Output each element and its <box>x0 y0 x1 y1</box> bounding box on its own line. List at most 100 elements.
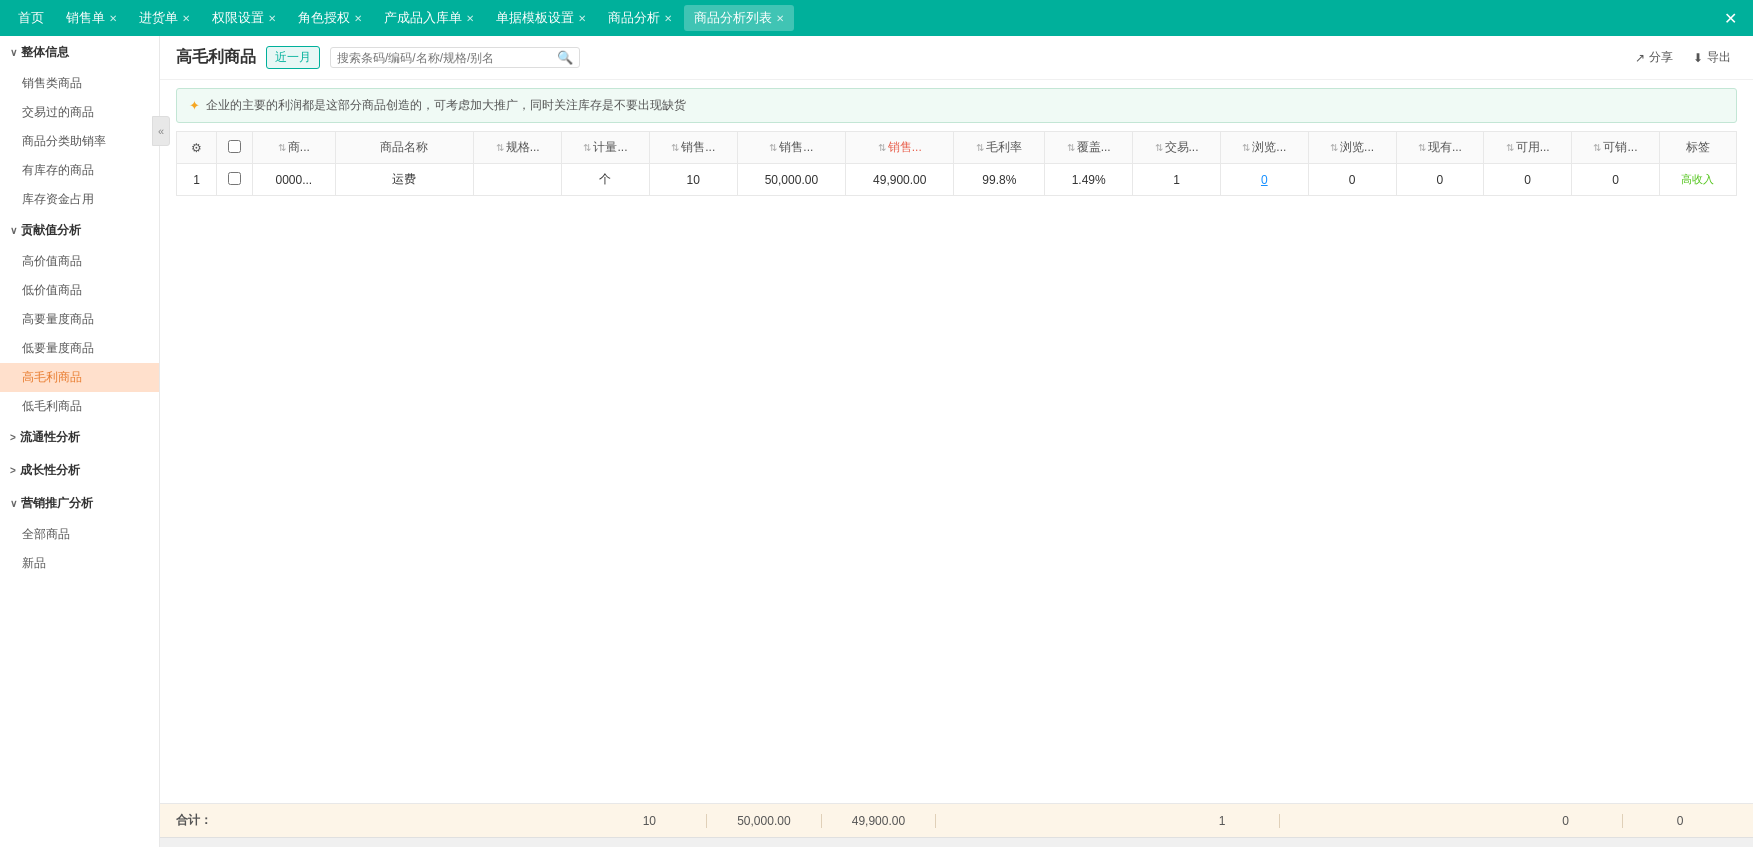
search-box: 🔍 <box>330 47 580 68</box>
col-browse2[interactable]: ⇅浏览... <box>1308 132 1396 164</box>
share-button[interactable]: ↗ 分享 <box>1629 46 1679 69</box>
cell-unit: 个 <box>562 164 650 196</box>
sidebar-group-contribution[interactable]: ∨ 贡献值分析 <box>0 214 159 247</box>
footer-cell-stock: 0 <box>1509 814 1624 828</box>
nav-sales[interactable]: 销售单 ✕ <box>56 5 127 31</box>
sidebar-item-high-margin[interactable]: 高毛利商品 <box>0 363 159 392</box>
content-area: 高毛利商品 近一月 🔍 ↗ 分享 ⬇ 导出 ✦ 企业的主要的利润都是这部分商品创… <box>160 36 1753 847</box>
sidebar-item-high-value[interactable]: 高价值商品 <box>0 247 159 276</box>
footer-cell-transactions: 1 <box>1165 814 1280 828</box>
arrow-liquidity: > <box>10 432 16 443</box>
close-analysis-tab[interactable]: ✕ <box>664 13 672 24</box>
col-settings[interactable]: ⚙ <box>177 132 217 164</box>
sidebar: ∨ 整体信息 销售类商品 交易过的商品 商品分类助销率 有库存的商品 库存资金占… <box>0 36 160 847</box>
footer-cell-profit: 49,900.00 <box>822 814 937 828</box>
col-tag[interactable]: 标签 <box>1659 132 1736 164</box>
col-current-stock[interactable]: ⇅现有... <box>1396 132 1484 164</box>
sidebar-item-category-rate[interactable]: 商品分类助销率 <box>0 127 159 156</box>
nav-template[interactable]: 单据模板设置 ✕ <box>486 5 596 31</box>
row-checkbox[interactable] <box>228 172 241 185</box>
window-close-btn[interactable]: ✕ <box>1716 9 1745 28</box>
sidebar-item-all-goods[interactable]: 全部商品 <box>0 520 159 549</box>
sidebar-group-overall[interactable]: ∨ 整体信息 <box>0 36 159 69</box>
sidebar-item-sales-goods[interactable]: 销售类商品 <box>0 69 159 98</box>
col-checkbox[interactable] <box>217 132 253 164</box>
arrow-overall: ∨ <box>10 47 17 58</box>
search-input[interactable] <box>337 51 553 65</box>
cell-spec <box>474 164 562 196</box>
settings-icon: ⚙ <box>191 141 202 155</box>
sidebar-group-marketing[interactable]: ∨ 营销推广分析 <box>0 487 159 520</box>
sidebar-group-growth[interactable]: > 成长性分析 <box>0 454 159 487</box>
close-permissions-tab[interactable]: ✕ <box>268 13 276 24</box>
sidebar-item-stock-capital[interactable]: 库存资金占用 <box>0 185 159 214</box>
cell-browse2: 0 <box>1308 164 1396 196</box>
period-button[interactable]: 近一月 <box>266 46 320 69</box>
close-sales-tab[interactable]: ✕ <box>109 13 117 24</box>
cell-transactions: 1 <box>1133 164 1221 196</box>
cell-checkbox[interactable] <box>217 164 253 196</box>
sidebar-item-traded[interactable]: 交易过的商品 <box>0 98 159 127</box>
footer-summary: 合计： 10 50,000.00 49,900.00 1 0 0 <box>160 803 1753 837</box>
table-header-row: ⚙ ⇅商... 商品名称 ⇅规格... ⇅计量... ⇅销售... ⇅销售...… <box>177 132 1737 164</box>
export-button[interactable]: ⬇ 导出 <box>1687 46 1737 69</box>
nav-production[interactable]: 产成品入库单 ✕ <box>374 5 484 31</box>
share-icon: ↗ <box>1635 51 1645 65</box>
table-wrap[interactable]: ⚙ ⇅商... 商品名称 ⇅规格... ⇅计量... ⇅销售... ⇅销售...… <box>160 131 1753 803</box>
nav-analysis[interactable]: 商品分析 ✕ <box>598 5 682 31</box>
table-row: 1 0000... 运费 个 10 50,000.00 49,900.00 99… <box>177 164 1737 196</box>
sidebar-item-in-stock[interactable]: 有库存的商品 <box>0 156 159 185</box>
close-purchase-tab[interactable]: ✕ <box>182 13 190 24</box>
horizontal-scrollbar[interactable] <box>160 837 1753 847</box>
cell-sales-profit: 49,900.00 <box>846 164 954 196</box>
cell-available: 0 <box>1484 164 1572 196</box>
export-icon: ⬇ <box>1693 51 1703 65</box>
col-sales-qty[interactable]: ⇅销售... <box>649 132 737 164</box>
col-available[interactable]: ⇅可用... <box>1484 132 1572 164</box>
sidebar-item-low-margin[interactable]: 低毛利商品 <box>0 392 159 421</box>
col-browse1[interactable]: ⇅浏览... <box>1220 132 1308 164</box>
sidebar-item-high-demand[interactable]: 高要量度商品 <box>0 305 159 334</box>
cell-sellable: 0 <box>1572 164 1660 196</box>
footer-cell-amount: 50,000.00 <box>707 814 822 828</box>
top-nav: 首页 销售单 ✕ 进货单 ✕ 权限设置 ✕ 角色授权 ✕ 产成品入库单 ✕ 单据… <box>0 0 1753 36</box>
close-template-tab[interactable]: ✕ <box>578 13 586 24</box>
col-name[interactable]: 商品名称 <box>335 132 474 164</box>
nav-home[interactable]: 首页 <box>8 5 54 31</box>
cell-sales-qty: 10 <box>649 164 737 196</box>
sidebar-item-low-demand[interactable]: 低要量度商品 <box>0 334 159 363</box>
main-layout: ∨ 整体信息 销售类商品 交易过的商品 商品分类助销率 有库存的商品 库存资金占… <box>0 36 1753 847</box>
col-transactions[interactable]: ⇅交易... <box>1133 132 1221 164</box>
sidebar-item-new-goods[interactable]: 新品 <box>0 549 159 578</box>
nav-purchase[interactable]: 进货单 ✕ <box>129 5 200 31</box>
cell-code[interactable]: 0000... <box>253 164 336 196</box>
sidebar-group-liquidity[interactable]: > 流通性分析 <box>0 421 159 454</box>
close-analysis-list-tab[interactable]: ✕ <box>776 13 784 24</box>
arrow-marketing: ∨ <box>10 498 17 509</box>
col-gross-margin[interactable]: ⇅毛利率 <box>954 132 1045 164</box>
nav-roles[interactable]: 角色授权 ✕ <box>288 5 372 31</box>
nav-analysis-list[interactable]: 商品分析列表 ✕ <box>684 5 794 31</box>
cell-browse1[interactable]: 0 <box>1220 164 1308 196</box>
close-roles-tab[interactable]: ✕ <box>354 13 362 24</box>
search-icon[interactable]: 🔍 <box>557 50 573 65</box>
cell-current-stock: 0 <box>1396 164 1484 196</box>
header-actions: ↗ 分享 ⬇ 导出 <box>1629 46 1737 69</box>
arrow-growth: > <box>10 465 16 476</box>
col-sales-profit[interactable]: ⇅销售... <box>846 132 954 164</box>
col-spec[interactable]: ⇅规格... <box>474 132 562 164</box>
footer-cell-available: 0 <box>1623 814 1737 828</box>
close-production-tab[interactable]: ✕ <box>466 13 474 24</box>
nav-permissions[interactable]: 权限设置 ✕ <box>202 5 286 31</box>
sidebar-item-low-value[interactable]: 低价值商品 <box>0 276 159 305</box>
sidebar-collapse-btn[interactable]: « <box>152 116 170 146</box>
col-coverage[interactable]: ⇅覆盖... <box>1045 132 1133 164</box>
select-all-checkbox[interactable] <box>228 140 241 153</box>
info-banner: ✦ 企业的主要的利润都是这部分商品创造的，可考虑加大推广，同时关注库存是不要出现… <box>176 88 1737 123</box>
col-sellable[interactable]: ⇅可销... <box>1572 132 1660 164</box>
col-sales-amount[interactable]: ⇅销售... <box>737 132 845 164</box>
col-code[interactable]: ⇅商... <box>253 132 336 164</box>
cell-index: 1 <box>177 164 217 196</box>
cell-tag: 高收入 <box>1659 164 1736 196</box>
col-unit[interactable]: ⇅计量... <box>562 132 650 164</box>
